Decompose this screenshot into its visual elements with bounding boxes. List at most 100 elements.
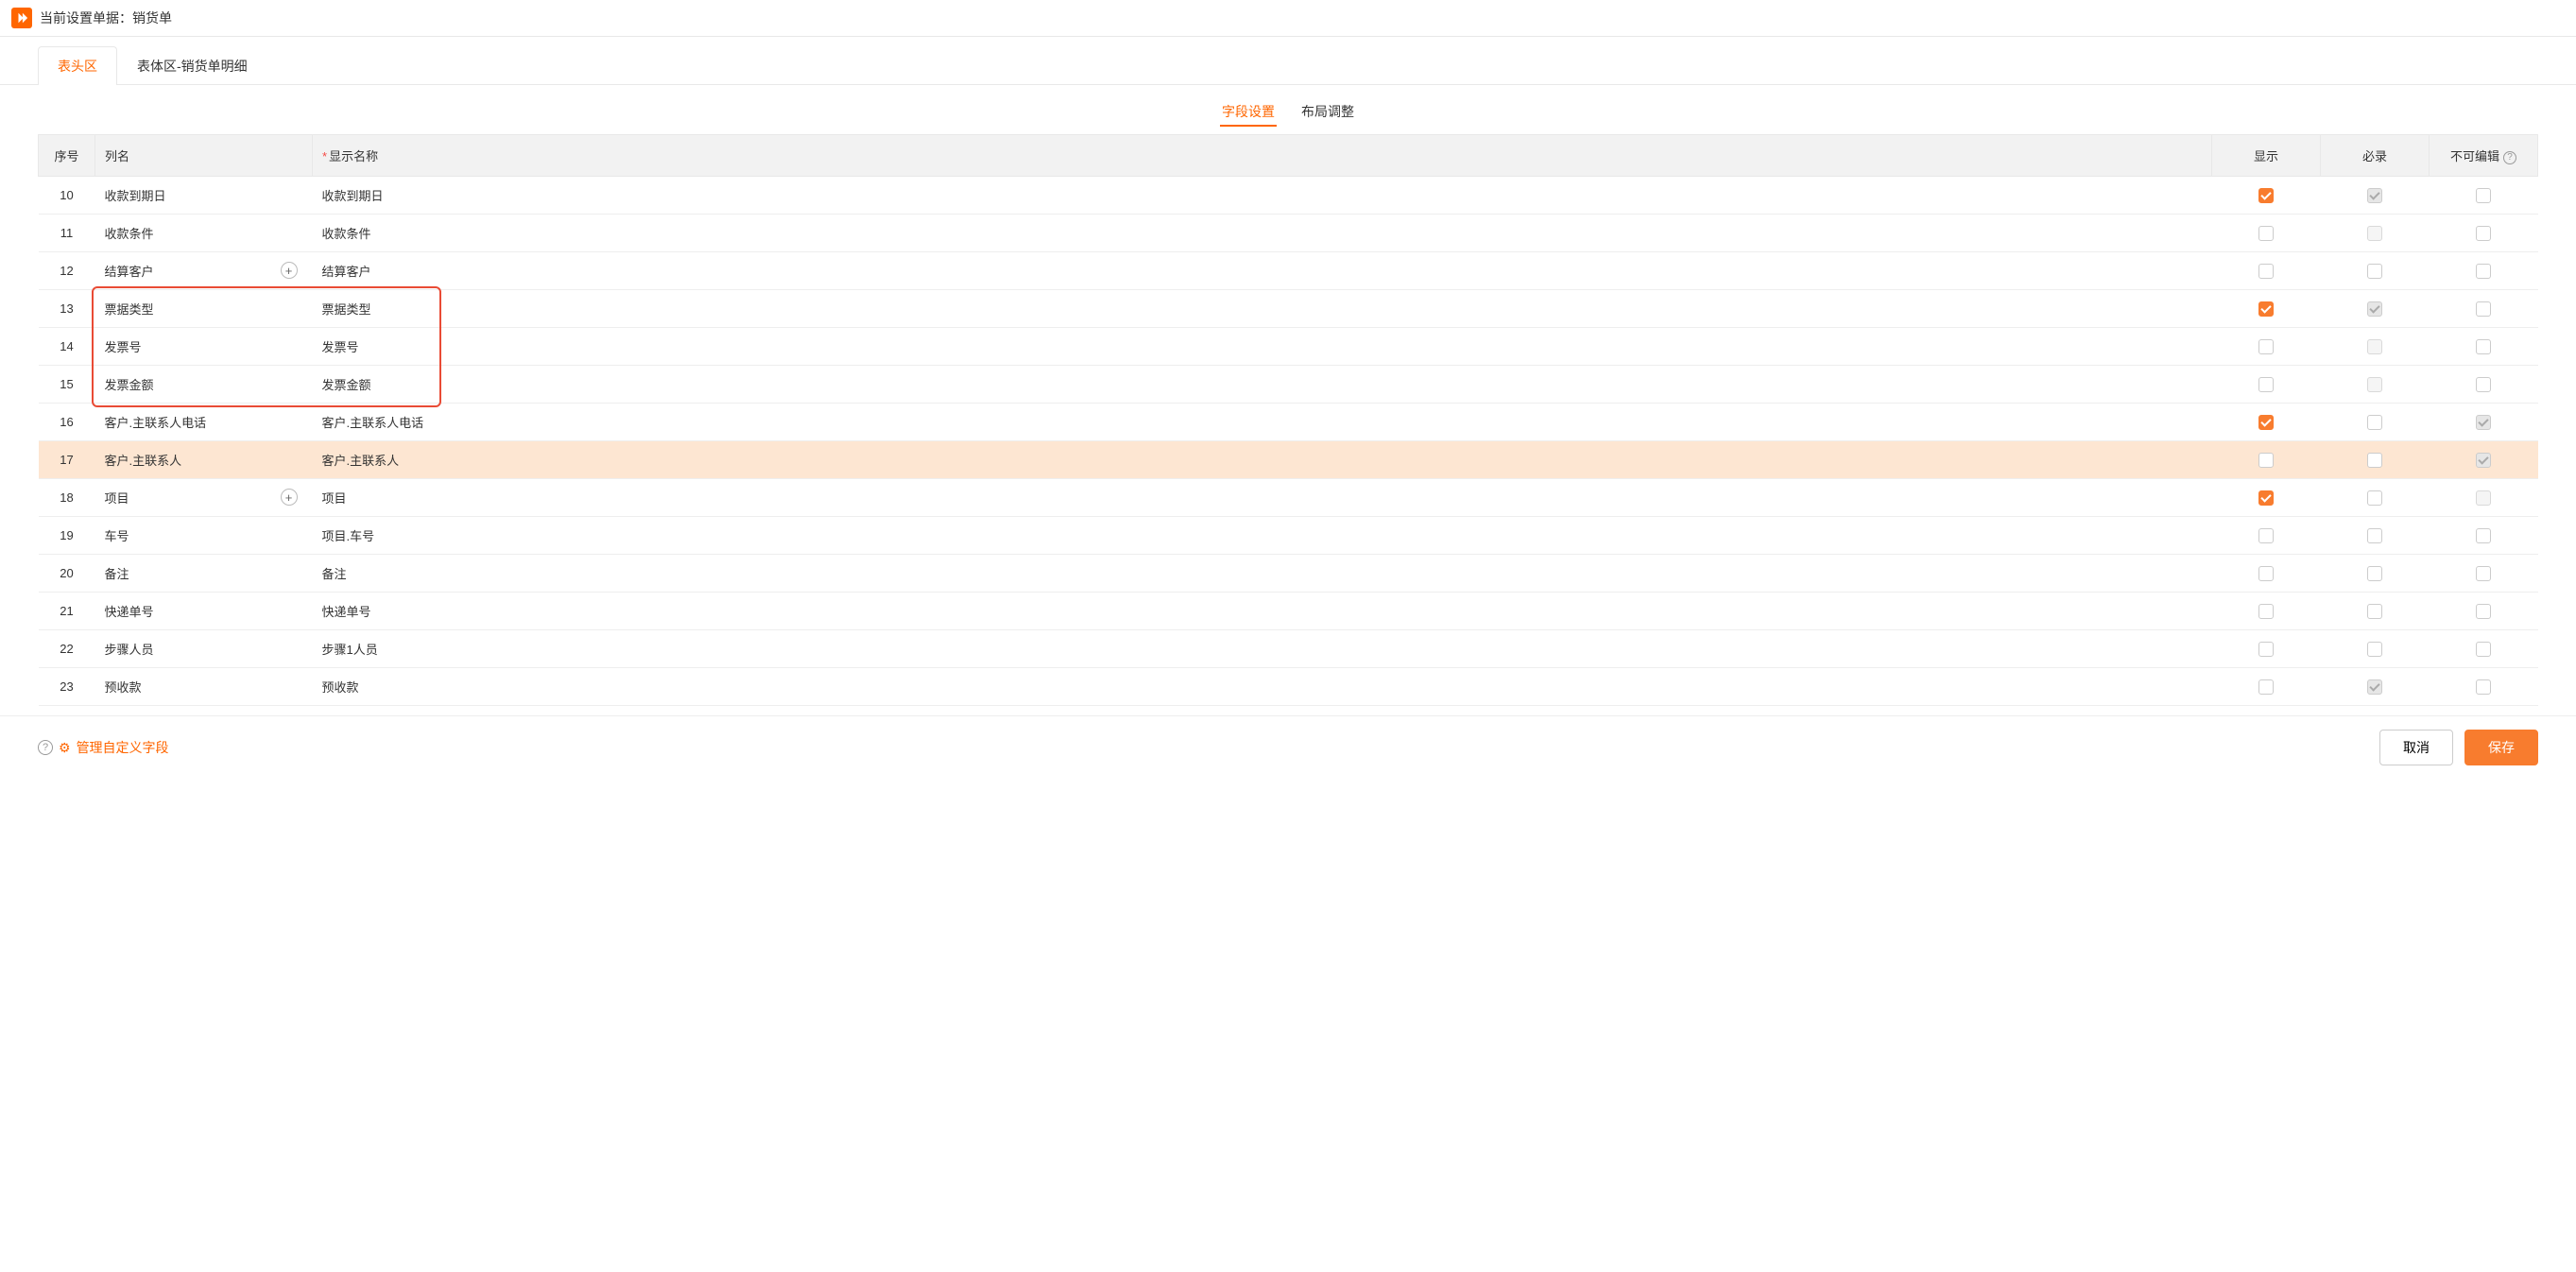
add-related-button[interactable]: + <box>281 262 298 279</box>
field-name-label: 项目 <box>105 491 129 506</box>
checkbox-readonly[interactable] <box>2476 301 2491 317</box>
checkbox-show[interactable] <box>2258 453 2274 468</box>
cell-display-name[interactable]: 客户.主联系人电话 <box>313 404 2212 441</box>
checkbox-readonly[interactable] <box>2476 566 2491 581</box>
cell-name: 备注 <box>95 555 313 593</box>
cell-required <box>2321 328 2430 366</box>
cell-required <box>2321 555 2430 593</box>
checkbox-show[interactable] <box>2258 226 2274 241</box>
cell-show <box>2212 517 2321 555</box>
checkbox-show[interactable] <box>2258 339 2274 354</box>
cell-show <box>2212 441 2321 479</box>
checkbox-required[interactable] <box>2367 604 2382 619</box>
cell-readonly <box>2430 517 2538 555</box>
sub-tab-1[interactable]: 布局调整 <box>1299 98 1356 127</box>
checkbox-required[interactable] <box>2367 415 2382 430</box>
checkbox-required[interactable] <box>2367 642 2382 657</box>
cell-readonly <box>2430 593 2538 630</box>
checkbox-readonly[interactable] <box>2476 264 2491 279</box>
cancel-button[interactable]: 取消 <box>2379 730 2453 765</box>
table-row: 23预收款预收款 <box>39 668 2538 706</box>
outer-tab-1[interactable]: 表体区-销货单明细 <box>117 46 267 85</box>
sub-tab-0[interactable]: 字段设置 <box>1220 98 1277 127</box>
col-show-header: 显示 <box>2212 135 2321 177</box>
checkbox-required[interactable] <box>2367 453 2382 468</box>
field-name-label: 步骤人员 <box>105 643 154 657</box>
cell-readonly <box>2430 441 2538 479</box>
col-required-header: 必录 <box>2321 135 2430 177</box>
cell-seq: 18 <box>39 479 95 517</box>
checkbox-required[interactable] <box>2367 264 2382 279</box>
cell-display-name[interactable]: 客户.主联系人 <box>313 441 2212 479</box>
checkbox-show[interactable] <box>2258 528 2274 543</box>
checkbox-show[interactable] <box>2258 679 2274 695</box>
checkbox-readonly[interactable] <box>2476 642 2491 657</box>
cell-seq: 14 <box>39 328 95 366</box>
cell-display-name[interactable]: 步骤1人员 <box>313 630 2212 668</box>
footer: ? ⚙ 管理自定义字段 取消 保存 <box>0 715 2576 779</box>
table-row: 21快递单号快递单号 <box>39 593 2538 630</box>
checkbox-show[interactable] <box>2258 415 2274 430</box>
cell-required <box>2321 630 2430 668</box>
cell-readonly <box>2430 668 2538 706</box>
cell-required <box>2321 404 2430 441</box>
cell-show <box>2212 366 2321 404</box>
checkbox-show[interactable] <box>2258 604 2274 619</box>
required-star-icon: * <box>322 149 327 163</box>
cell-show <box>2212 404 2321 441</box>
cell-display-name[interactable]: 项目 <box>313 479 2212 517</box>
field-name-label: 车号 <box>105 529 129 543</box>
checkbox-show[interactable] <box>2258 188 2274 203</box>
cell-show <box>2212 215 2321 252</box>
save-button[interactable]: 保存 <box>2464 730 2538 765</box>
cell-show <box>2212 668 2321 706</box>
cell-readonly <box>2430 630 2538 668</box>
manage-custom-fields-link[interactable]: 管理自定义字段 <box>77 738 169 757</box>
checkbox-readonly[interactable] <box>2476 226 2491 241</box>
checkbox-readonly[interactable] <box>2476 528 2491 543</box>
add-related-button[interactable]: + <box>281 489 298 506</box>
checkbox-required[interactable] <box>2367 490 2382 506</box>
cell-display-name[interactable]: 结算客户 <box>313 252 2212 290</box>
checkbox-required[interactable] <box>2367 566 2382 581</box>
checkbox-readonly[interactable] <box>2476 604 2491 619</box>
cell-display-name[interactable]: 收款到期日 <box>313 177 2212 215</box>
cell-display-name[interactable]: 项目.车号 <box>313 517 2212 555</box>
cell-seq: 17 <box>39 441 95 479</box>
cell-display-name[interactable]: 票据类型 <box>313 290 2212 328</box>
col-seq-header: 序号 <box>39 135 95 177</box>
checkbox-show[interactable] <box>2258 642 2274 657</box>
table-row: 10收款到期日收款到期日 <box>39 177 2538 215</box>
cell-display-name[interactable]: 发票金额 <box>313 366 2212 404</box>
outer-tabs: 表头区表体区-销货单明细 <box>0 46 2576 85</box>
cell-show <box>2212 593 2321 630</box>
checkbox-show[interactable] <box>2258 264 2274 279</box>
question-icon[interactable]: ? <box>38 740 53 755</box>
field-name-label: 快递单号 <box>105 605 154 619</box>
cell-name: 项目 + <box>95 479 313 517</box>
checkbox-readonly[interactable] <box>2476 679 2491 695</box>
checkbox-readonly[interactable] <box>2476 377 2491 392</box>
cell-display-name[interactable]: 预收款 <box>313 668 2212 706</box>
checkbox-required[interactable] <box>2367 528 2382 543</box>
table-row: 11收款条件收款条件 <box>39 215 2538 252</box>
cell-show <box>2212 555 2321 593</box>
cell-display-name[interactable]: 快递单号 <box>313 593 2212 630</box>
cell-seq: 22 <box>39 630 95 668</box>
cell-display-name[interactable]: 收款条件 <box>313 215 2212 252</box>
cell-display-name[interactable]: 发票号 <box>313 328 2212 366</box>
checkbox-required <box>2367 226 2382 241</box>
expand-panel-button[interactable] <box>11 8 32 28</box>
checkbox-show[interactable] <box>2258 490 2274 506</box>
checkbox-show[interactable] <box>2258 377 2274 392</box>
checkbox-show[interactable] <box>2258 566 2274 581</box>
header-prefix: 当前设置单据： <box>40 10 132 26</box>
checkbox-show[interactable] <box>2258 301 2274 317</box>
cell-name: 发票金额 <box>95 366 313 404</box>
help-icon[interactable]: ? <box>2503 151 2516 164</box>
checkbox-readonly[interactable] <box>2476 188 2491 203</box>
outer-tab-0[interactable]: 表头区 <box>38 46 117 85</box>
table-row: 15发票金额发票金额 <box>39 366 2538 404</box>
cell-display-name[interactable]: 备注 <box>313 555 2212 593</box>
checkbox-readonly[interactable] <box>2476 339 2491 354</box>
